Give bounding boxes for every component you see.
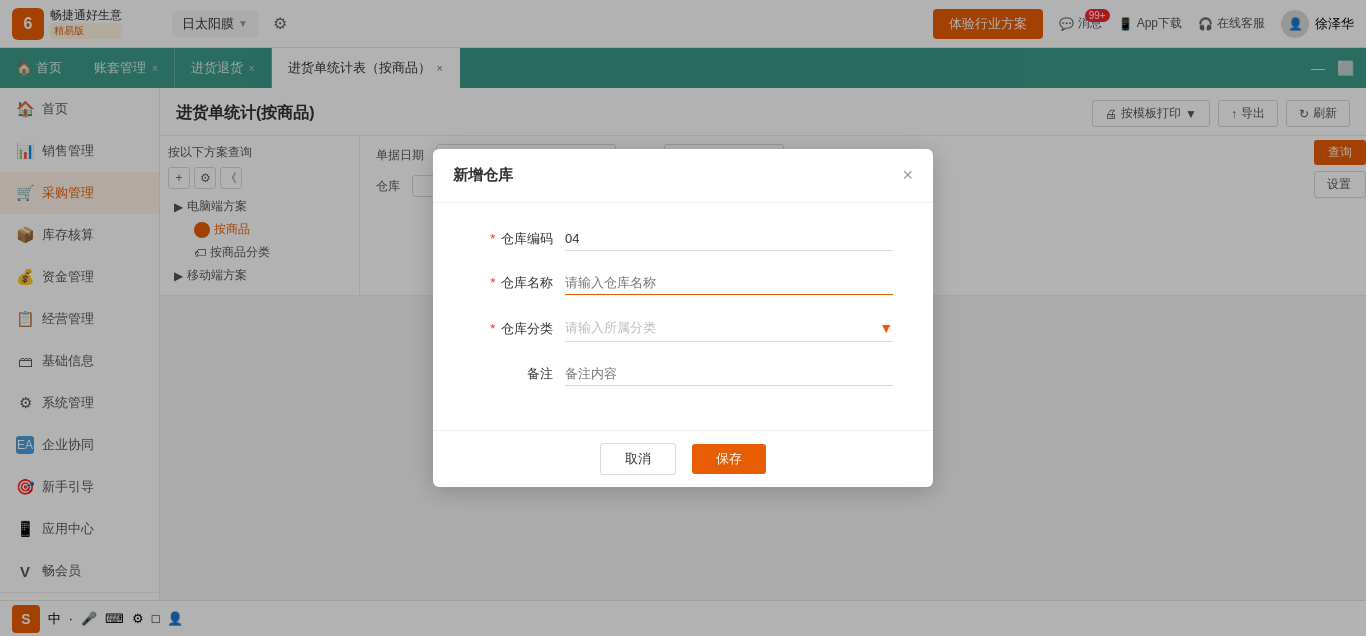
warehouse-category-select[interactable]: 请输入所属分类 ▼ [565, 315, 893, 342]
modal-footer: 取消 保存 [433, 430, 933, 487]
warehouse-name-input[interactable] [565, 271, 893, 295]
required-star-code: * [490, 231, 495, 246]
cancel-button[interactable]: 取消 [600, 443, 676, 475]
category-label: * 仓库分类 [473, 320, 553, 338]
save-button[interactable]: 保存 [692, 444, 766, 474]
modal-header: 新增仓库 × [433, 149, 933, 203]
name-label: * 仓库名称 [473, 274, 553, 292]
note-label: 备注 [473, 365, 553, 383]
required-star-name: * [490, 275, 495, 290]
form-row-name: * 仓库名称 [473, 271, 893, 295]
form-row-category: * 仓库分类 请输入所属分类 ▼ [473, 315, 893, 342]
form-row-note: 备注 [473, 362, 893, 386]
add-warehouse-modal: 新增仓库 × * 仓库编码 * 仓库名称 * 仓库分类 请输入 [433, 149, 933, 487]
modal-close-button[interactable]: × [902, 165, 913, 186]
warehouse-note-input[interactable] [565, 362, 893, 386]
code-label: * 仓库编码 [473, 230, 553, 248]
category-dropdown-icon: ▼ [879, 320, 893, 336]
category-placeholder: 请输入所属分类 [565, 319, 879, 337]
required-star-category: * [490, 321, 495, 336]
modal-body: * 仓库编码 * 仓库名称 * 仓库分类 请输入所属分类 ▼ [433, 203, 933, 430]
warehouse-code-input[interactable] [565, 227, 893, 251]
form-row-code: * 仓库编码 [473, 227, 893, 251]
modal-title: 新增仓库 [453, 166, 513, 185]
